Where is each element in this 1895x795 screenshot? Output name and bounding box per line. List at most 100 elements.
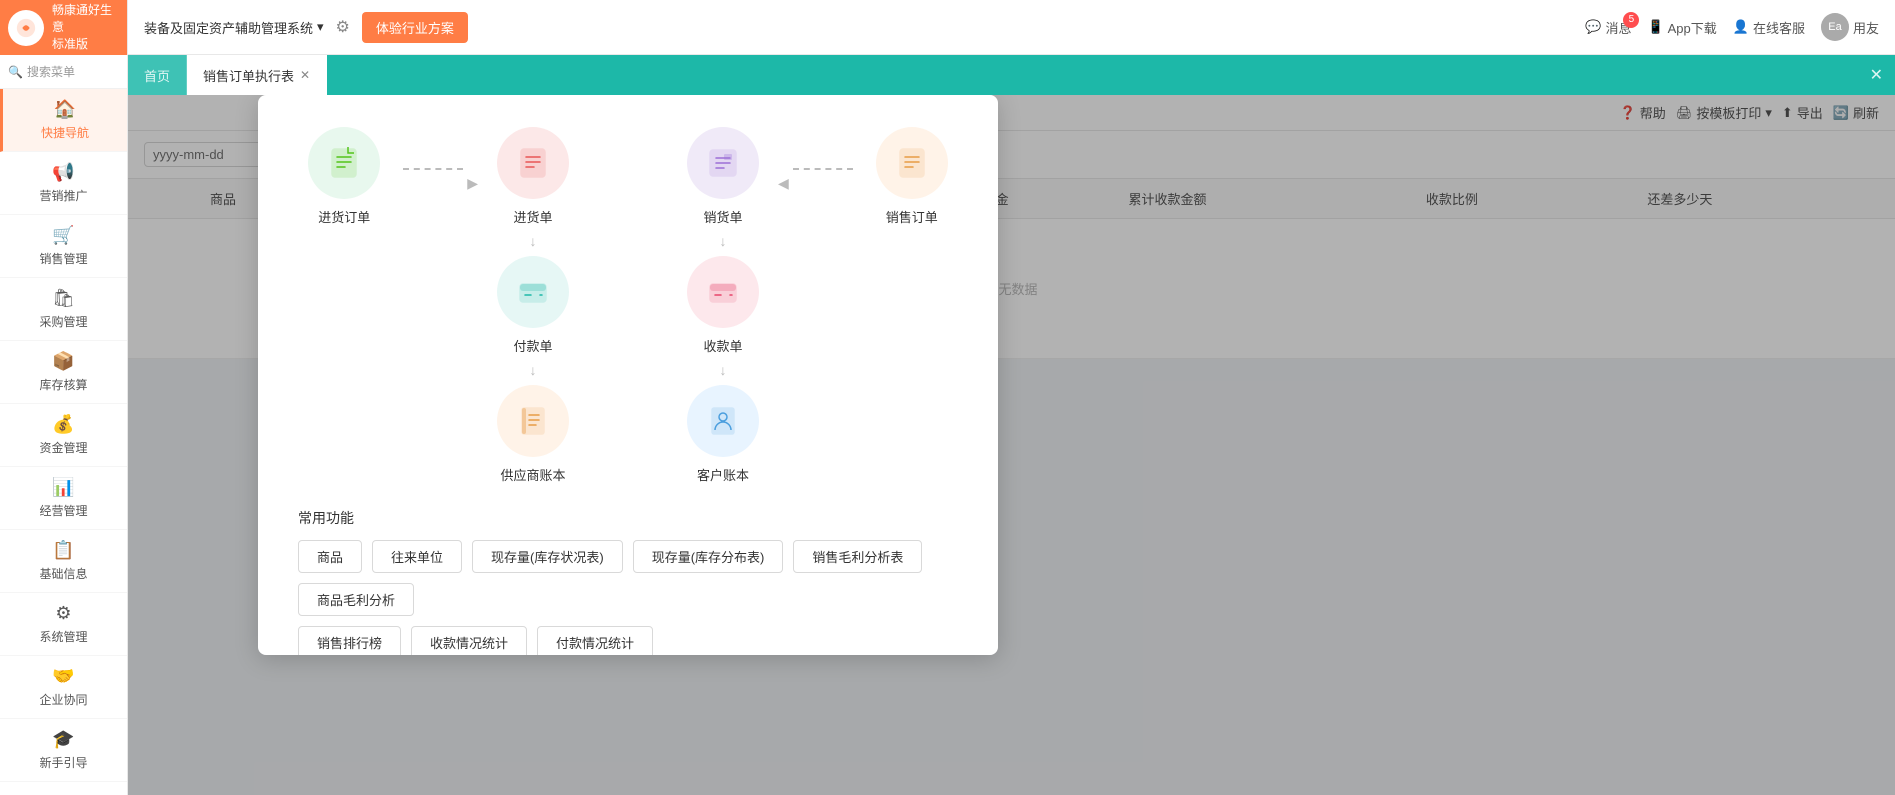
sidebar-item-finance[interactable]: 💰 资金管理 (0, 404, 127, 467)
common-btn-contacts[interactable]: 往来单位 (372, 540, 462, 573)
message-badge: 5 (1623, 12, 1639, 28)
tabbar-spacer (327, 55, 1858, 95)
common-functions-title: 常用功能 (298, 508, 958, 528)
search-icon: 🔍 (8, 65, 23, 79)
payment-bill-icon[interactable] (497, 256, 569, 328)
receipt-bill-node[interactable]: 收款单 (668, 256, 778, 355)
tab-home[interactable]: 首页 (128, 55, 187, 95)
purchase-icon: 🛍 (52, 288, 75, 309)
home-tab-label: 首页 (144, 66, 170, 85)
common-btn-stock-status[interactable]: 现存量(库存状况表) (472, 540, 623, 573)
sidebar-item-sales[interactable]: 🛒 销售管理 (0, 215, 127, 278)
basicinfo-icon: 📋 (52, 540, 74, 561)
common-functions-section: 常用功能 商品 往来单位 现存量(库存状况表) 现存量(库存分布表) 销售毛利分… (298, 508, 958, 655)
customer-ledger-icon[interactable] (687, 385, 759, 457)
system-title-dropdown[interactable]: 装备及固定资产辅助管理系统 ▾ (144, 18, 324, 37)
close-all-btn[interactable]: ✕ (1858, 55, 1895, 95)
content-area: ❓ 帮助 🖨 按模板打印 ▾ ⬆ 导出 🔄 刷新 (128, 95, 1895, 795)
avatar: Ea (1821, 13, 1849, 41)
system-icon: ⚙ (55, 603, 71, 624)
sales-bill-node[interactable]: 销货单 (668, 127, 778, 226)
tab-close-icon[interactable]: ✕ (300, 68, 310, 82)
purchase-order-node[interactable]: 进货订单 (289, 127, 399, 226)
inventory-icon: 📦 (52, 351, 74, 372)
arrow-sb-down: ↓ (720, 234, 727, 248)
sidebar-item-quick-nav[interactable]: 🏠 快捷导航 (0, 89, 127, 152)
sales-icon: 🛒 (52, 225, 74, 246)
purchase-order-label: 进货订单 (318, 207, 370, 226)
purchase-bill-icon[interactable] (497, 127, 569, 199)
finance-icon: 💰 (52, 414, 74, 435)
arrow-po-pb: ▶ (399, 168, 478, 226)
sidebar-item-basicinfo[interactable]: 📋 基础信息 (0, 530, 127, 593)
payment-bill-label: 付款单 (513, 336, 552, 355)
tab-sales-execution[interactable]: 销售订单执行表 ✕ (187, 55, 327, 95)
sidebar-item-inventory[interactable]: 📦 库存核算 (0, 341, 127, 404)
purchase-bill-node[interactable]: 进货单 (478, 127, 588, 226)
quick-nav-modal: 进货订单 ▶ (258, 95, 998, 655)
common-btn-sales-rank[interactable]: 销售排行榜 (298, 626, 401, 655)
trial-btn[interactable]: 体验行业方案 (362, 12, 468, 43)
app-download-item[interactable]: 📱 App下载 (1647, 18, 1716, 37)
modal-content: 进货订单 ▶ (258, 95, 998, 655)
logo-text: 畅康通好生意 标准版 (52, 2, 119, 52)
arrow-pb-down: ↓ (530, 234, 537, 248)
payment-bill-node[interactable]: 付款单 (478, 256, 588, 355)
sales-bill-icon[interactable] (687, 127, 759, 199)
sales-order-node[interactable]: 销售订单 (857, 127, 967, 226)
sidebar-item-system[interactable]: ⚙ 系统管理 (0, 593, 127, 656)
sidebar-item-marketing[interactable]: 📢 营销推广 (0, 152, 127, 215)
sales-bill-label: 销货单 (703, 207, 742, 226)
common-btn-sales-gross[interactable]: 销售毛利分析表 (793, 540, 922, 573)
marketing-icon: 📢 (52, 162, 74, 183)
home-icon: 🏠 (54, 99, 76, 120)
supplier-ledger-icon[interactable] (497, 385, 569, 457)
common-btn-receipt-stat[interactable]: 收款情况统计 (411, 626, 527, 655)
supplier-ledger-label: 供应商账本 (500, 465, 565, 484)
settings-gear-icon[interactable]: ⚙ (336, 17, 350, 37)
common-btn-payment-stat[interactable]: 付款情况统计 (537, 626, 653, 655)
purchase-bill-label: 进货单 (513, 207, 552, 226)
common-btns-row1: 商品 往来单位 现存量(库存状况表) 现存量(库存分布表) 销售毛利分析表 商品… (298, 540, 958, 616)
service-icon: 👤 (1733, 19, 1749, 35)
arrow-sb-so: ◀ (778, 168, 857, 226)
tab-sales-execution-label: 销售订单执行表 (203, 66, 294, 85)
phone-icon: 📱 (1647, 19, 1663, 35)
common-btn-product-gross[interactable]: 商品毛利分析 (298, 583, 414, 616)
online-service-item[interactable]: 👤 在线客服 (1733, 18, 1805, 37)
close-all-icon: ✕ (1870, 65, 1883, 85)
operations-icon: 📊 (52, 477, 74, 498)
topbar: 装备及固定资产辅助管理系统 ▾ ⚙ 体验行业方案 💬 消息 5 📱 App下载 … (128, 0, 1895, 55)
sidebar-search[interactable]: 🔍 搜索菜单 (0, 55, 127, 89)
supplier-ledger-node[interactable]: 供应商账本 (478, 385, 588, 484)
sidebar-item-newbie[interactable]: 🎓 新手引导 (0, 719, 127, 782)
overlay[interactable]: 进货订单 ▶ (128, 95, 1895, 795)
message-icon: 💬 (1585, 19, 1601, 35)
customer-ledger-label: 客户账本 (697, 465, 749, 484)
logo-icon (8, 10, 44, 46)
sidebar: 畅康通好生意 标准版 🔍 搜索菜单 🏠 快捷导航 📢 营销推广 🛒 销售管理 🛍… (0, 0, 128, 795)
receipt-bill-label: 收款单 (703, 336, 742, 355)
sidebar-item-enterprise[interactable]: 🤝 企业协同 (0, 656, 127, 719)
receipt-bill-icon[interactable] (687, 256, 759, 328)
main-area: 装备及固定资产辅助管理系统 ▾ ⚙ 体验行业方案 💬 消息 5 📱 App下载 … (128, 0, 1895, 795)
message-item[interactable]: 💬 消息 5 (1585, 18, 1631, 37)
newbie-icon: 🎓 (52, 729, 74, 750)
tabbar: 首页 销售订单执行表 ✕ ✕ (128, 55, 1895, 95)
purchase-order-icon[interactable] (308, 127, 380, 199)
sidebar-item-operations[interactable]: 📊 经营管理 (0, 467, 127, 530)
sidebar-item-purchase[interactable]: 🛍 采购管理 (0, 278, 127, 341)
enterprise-icon: 🤝 (52, 666, 74, 687)
arrow-rec-down: ↓ (720, 363, 727, 377)
sidebar-logo: 畅康通好生意 标准版 (0, 0, 127, 55)
dropdown-arrow-icon: ▾ (317, 19, 324, 35)
sales-order-label: 销售订单 (886, 207, 938, 226)
customer-ledger-node[interactable]: 客户账本 (668, 385, 778, 484)
common-btn-stock-dist[interactable]: 现存量(库存分布表) (633, 540, 784, 573)
arrow-pay-down: ↓ (530, 363, 537, 377)
topbar-right: 💬 消息 5 📱 App下载 👤 在线客服 Ea 用友 (1585, 13, 1879, 41)
common-btn-product[interactable]: 商品 (298, 540, 362, 573)
user-item[interactable]: Ea 用友 (1821, 13, 1879, 41)
common-btns-row2: 销售排行榜 收款情况统计 付款情况统计 (298, 626, 958, 655)
sales-order-icon[interactable] (876, 127, 948, 199)
